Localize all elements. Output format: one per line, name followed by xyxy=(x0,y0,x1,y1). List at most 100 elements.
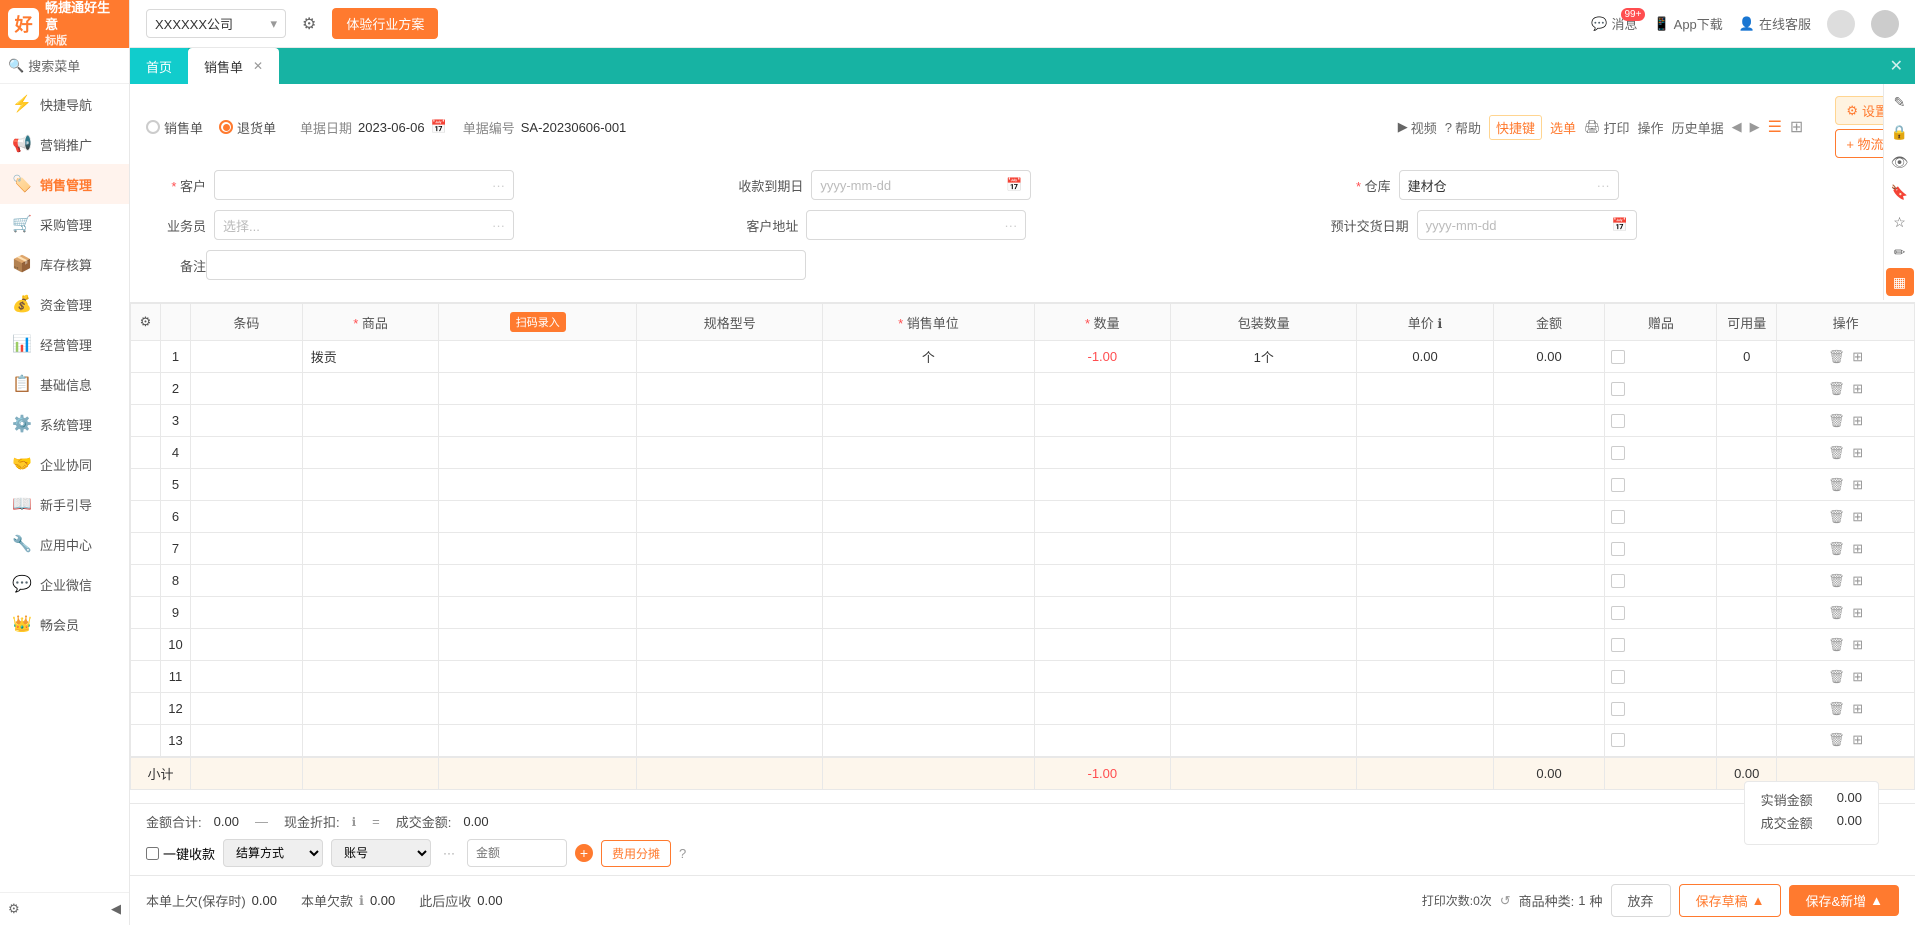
print-btn[interactable]: 🖨 打印 xyxy=(1584,118,1630,137)
row-amount[interactable] xyxy=(1493,629,1605,661)
right-star-icon[interactable]: ☆ xyxy=(1886,208,1914,236)
collapse-icon[interactable]: ◀ xyxy=(111,901,121,917)
row-gift[interactable] xyxy=(1605,661,1717,693)
save-draft-button[interactable]: 保存草稿 ▲ xyxy=(1679,884,1782,917)
delete-icon[interactable]: 🗑 xyxy=(1828,445,1845,460)
row-unit[interactable] xyxy=(823,597,1034,629)
payment-account-select[interactable]: 账号 xyxy=(331,839,431,867)
row-spec[interactable] xyxy=(637,341,823,373)
company-selector[interactable]: XXXXXX公司 ▾ xyxy=(146,9,286,38)
row-qty[interactable] xyxy=(1034,469,1171,501)
row-spec[interactable] xyxy=(637,437,823,469)
app-download-button[interactable]: 📱 App下载 xyxy=(1653,14,1722,33)
row-barcode[interactable] xyxy=(191,405,303,437)
copy-icon[interactable]: ⊞ xyxy=(1852,413,1863,428)
row-qty[interactable] xyxy=(1034,565,1171,597)
delete-icon[interactable]: 🗑 xyxy=(1828,477,1845,492)
row-pkg-qty[interactable] xyxy=(1171,373,1357,405)
copy-icon[interactable]: ⊞ xyxy=(1852,541,1863,556)
row-product[interactable] xyxy=(302,437,439,469)
discount-info-icon[interactable]: ℹ xyxy=(352,815,357,829)
row-spec[interactable] xyxy=(637,405,823,437)
row-unit[interactable] xyxy=(823,501,1034,533)
row-spec[interactable] xyxy=(637,661,823,693)
row-amount[interactable] xyxy=(1493,373,1605,405)
row-unit[interactable] xyxy=(823,373,1034,405)
delete-icon[interactable]: 🗑 xyxy=(1828,701,1845,716)
row-pkg-qty[interactable] xyxy=(1171,405,1357,437)
add-payment-button[interactable]: + xyxy=(575,844,593,862)
save-new-button[interactable]: 保存&新增 ▲ xyxy=(1789,885,1899,916)
row-barcode[interactable] xyxy=(191,661,303,693)
row-qty[interactable] xyxy=(1034,437,1171,469)
customer-input[interactable]: ··· xyxy=(214,170,514,200)
row-amount[interactable] xyxy=(1493,725,1605,757)
row-barcode[interactable] xyxy=(191,565,303,597)
online-service-button[interactable]: 👤 在线客服 xyxy=(1739,14,1811,33)
row-unit[interactable] xyxy=(823,693,1034,725)
row-qty[interactable] xyxy=(1034,597,1171,629)
row-qty[interactable] xyxy=(1034,725,1171,757)
row-unit[interactable] xyxy=(823,469,1034,501)
row-price[interactable] xyxy=(1357,661,1493,693)
row-price[interactable] xyxy=(1357,565,1493,597)
row-spec[interactable] xyxy=(637,469,823,501)
row-qty[interactable] xyxy=(1034,501,1171,533)
row-price[interactable] xyxy=(1357,373,1493,405)
customer-addr-input[interactable]: ··· xyxy=(806,210,1026,240)
row-barcode[interactable] xyxy=(191,693,303,725)
row-gift[interactable] xyxy=(1605,565,1717,597)
right-pencil-icon[interactable]: ✏ xyxy=(1886,238,1914,266)
col-settings[interactable]: ⚙ xyxy=(131,304,161,341)
row-pkg-qty[interactable]: 1个 xyxy=(1171,341,1357,373)
salesman-input[interactable]: 选择... ··· xyxy=(214,210,514,240)
row-pkg-qty[interactable] xyxy=(1171,533,1357,565)
trial-button[interactable]: 体验行业方案 xyxy=(332,8,438,39)
copy-icon[interactable]: ⊞ xyxy=(1852,605,1863,620)
row-spec[interactable] xyxy=(637,693,823,725)
delete-icon[interactable]: 🗑 xyxy=(1828,509,1845,524)
row-product[interactable]: 拨贡 xyxy=(302,341,439,373)
row-spec[interactable] xyxy=(637,501,823,533)
row-unit[interactable] xyxy=(823,565,1034,597)
expected-date-input[interactable]: yyyy-mm-dd 📅 xyxy=(1417,210,1637,240)
delete-icon[interactable]: 🗑 xyxy=(1828,349,1845,364)
right-lock-icon[interactable]: 🔒 xyxy=(1886,118,1914,146)
row-price[interactable] xyxy=(1357,629,1493,661)
calendar-icon[interactable]: 📅 xyxy=(431,119,447,135)
warehouse-input[interactable]: 建材仓 ··· xyxy=(1399,170,1619,200)
row-price[interactable] xyxy=(1357,597,1493,629)
row-qty[interactable] xyxy=(1034,629,1171,661)
fee-split-button[interactable]: 费用分摊 xyxy=(601,840,671,867)
tab-home[interactable]: 首页 xyxy=(130,48,188,84)
row-qty[interactable] xyxy=(1034,661,1171,693)
copy-icon[interactable]: ⊞ xyxy=(1852,509,1863,524)
row-product[interactable] xyxy=(302,469,439,501)
row-pkg-qty[interactable] xyxy=(1171,661,1357,693)
delete-icon[interactable]: 🗑 xyxy=(1828,381,1845,396)
row-qty[interactable] xyxy=(1034,693,1171,725)
row-barcode[interactable] xyxy=(191,373,303,405)
copy-icon[interactable]: ⊞ xyxy=(1852,381,1863,396)
row-pkg-qty[interactable] xyxy=(1171,725,1357,757)
row-pkg-qty[interactable] xyxy=(1171,693,1357,725)
right-grid-icon[interactable]: ▦ xyxy=(1886,268,1914,296)
messages-button[interactable]: 💬 消息 99+ xyxy=(1591,14,1637,33)
row-spec[interactable] xyxy=(637,373,823,405)
row-gift[interactable] xyxy=(1605,405,1717,437)
abandon-button[interactable]: 放弃 xyxy=(1611,884,1671,917)
help-btn[interactable]: ? 帮助 xyxy=(1445,118,1481,137)
row-price[interactable] xyxy=(1357,469,1493,501)
row-product[interactable] xyxy=(302,501,439,533)
avatar[interactable] xyxy=(1827,10,1855,38)
row-qty[interactable] xyxy=(1034,533,1171,565)
row-gift[interactable] xyxy=(1605,597,1717,629)
delete-icon[interactable]: 🗑 xyxy=(1828,669,1845,684)
row-barcode[interactable] xyxy=(191,533,303,565)
row-unit[interactable] xyxy=(823,629,1034,661)
row-price[interactable] xyxy=(1357,533,1493,565)
sidebar-item-sales[interactable]: 🏷️ 销售管理 xyxy=(0,164,129,204)
quick-pay-check[interactable] xyxy=(146,847,159,860)
row-qty[interactable]: -1.00 xyxy=(1034,341,1171,373)
payment-amount-input[interactable] xyxy=(467,839,567,867)
